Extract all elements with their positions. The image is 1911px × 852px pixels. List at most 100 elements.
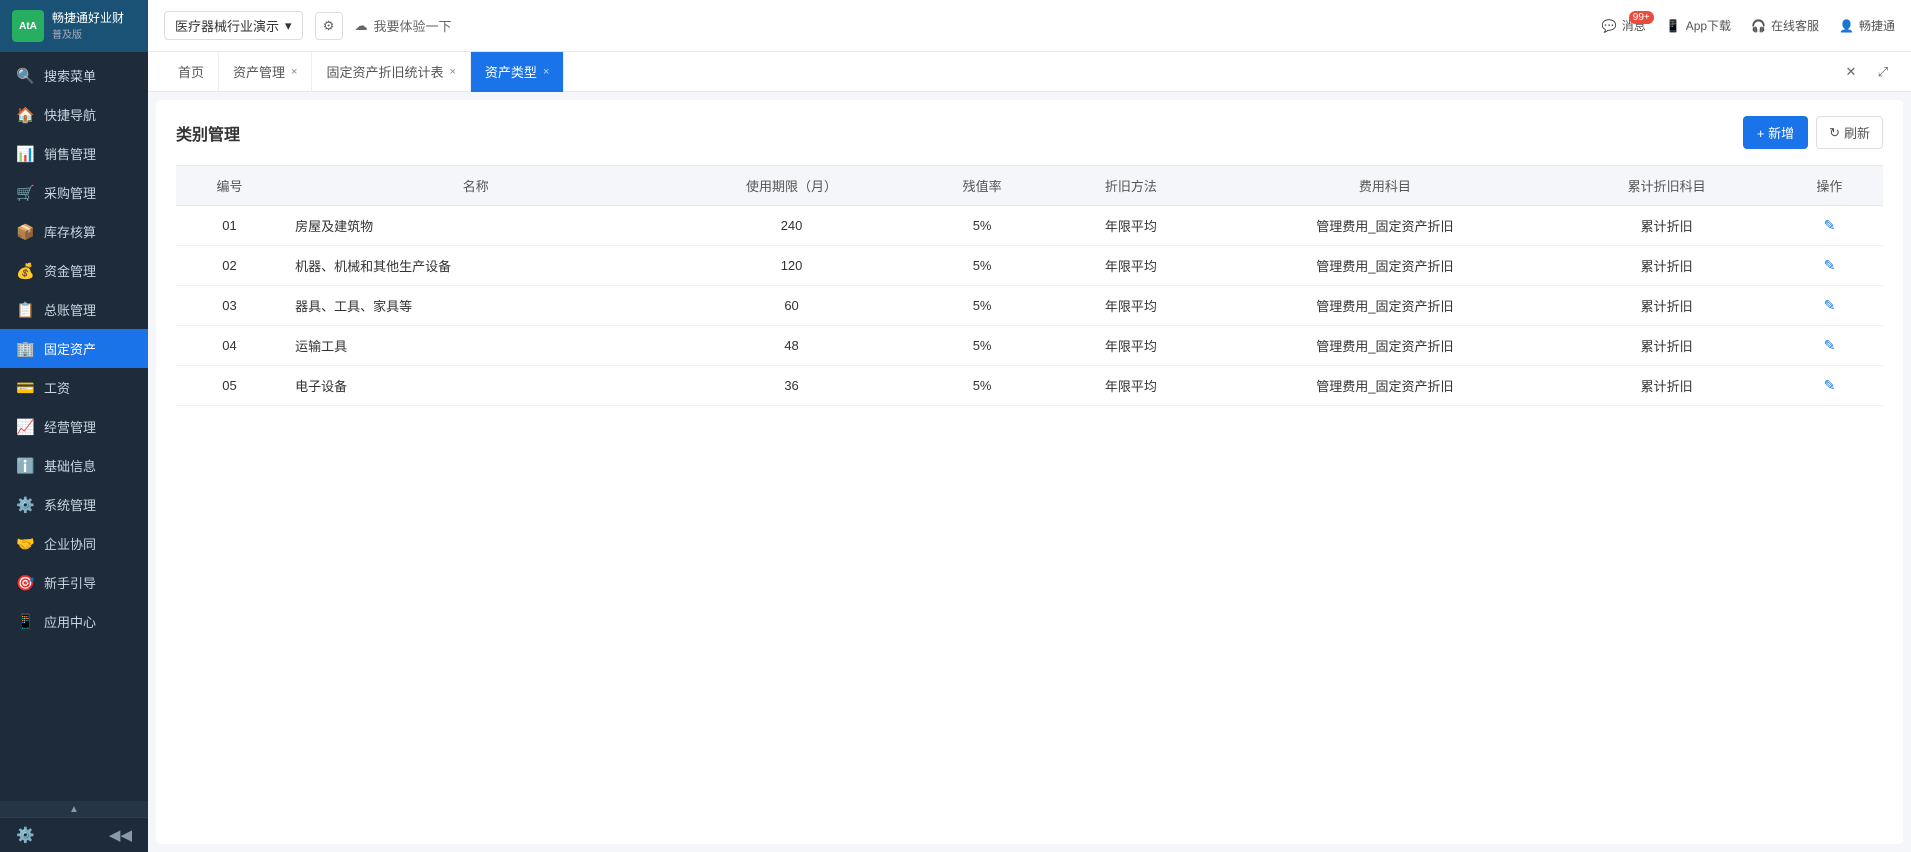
row-residual-2: 5% — [915, 286, 1050, 326]
tab-depreciation-label: 固定资产折旧统计表 — [326, 62, 443, 81]
sidebar-item-工资[interactable]: 💳 工资 — [0, 368, 148, 407]
col-header-5: 费用科目 — [1212, 166, 1557, 206]
message-action[interactable]: 💬 消息 99+ — [1602, 17, 1646, 34]
message-icon: 💬 — [1602, 19, 1617, 33]
table-row: 04 运输工具 48 5% 年限平均 管理费用_固定资产折旧 累计折旧 ✎ — [176, 326, 1883, 366]
nav-icon-8: 💳 — [16, 379, 34, 397]
sidebar-item-销售管理[interactable]: 📊 销售管理 — [0, 134, 148, 173]
tab-close-button[interactable]: ✕ — [1839, 60, 1863, 84]
row-accum-3: 累计折旧 — [1557, 326, 1775, 366]
tabs-right-controls: ✕ ⤢ — [1839, 60, 1895, 84]
sidebar-item-库存核算[interactable]: 📦 库存核算 — [0, 212, 148, 251]
row-method-4: 年限平均 — [1050, 366, 1213, 406]
row-action-3[interactable]: ✎ — [1776, 326, 1883, 366]
experience-link[interactable]: ☁ 我要体验一下 — [355, 16, 452, 35]
sidebar-item-固定资产[interactable]: 🏢 固定资产 — [0, 329, 148, 368]
nav-label-12: 企业协同 — [44, 534, 96, 553]
row-cost-3: 管理费用_固定资产折旧 — [1212, 326, 1557, 366]
tab-home[interactable]: 首页 — [164, 52, 219, 92]
col-header-6: 累计折旧科目 — [1557, 166, 1775, 206]
row-id-0: 01 — [176, 206, 283, 246]
sidebar-item-搜索菜单[interactable]: 🔍 搜索菜单 — [0, 56, 148, 95]
tab-depreciation-report[interactable]: 固定资产折旧统计表 × — [312, 52, 470, 92]
sidebar-item-采购管理[interactable]: 🛒 采购管理 — [0, 173, 148, 212]
sidebar-scroll-up[interactable]: ▲ — [0, 801, 148, 817]
page-title: 类别管理 — [176, 121, 240, 145]
nav-label-5: 资金管理 — [44, 261, 96, 280]
row-action-1[interactable]: ✎ — [1776, 246, 1883, 286]
row-method-3: 年限平均 — [1050, 326, 1213, 366]
nav-label-13: 新手引导 — [44, 573, 96, 592]
settings-icon[interactable]: ⚙️ — [16, 826, 35, 844]
customer-service-label: 在线客服 — [1771, 17, 1819, 34]
user-action[interactable]: 👤 畅捷通 — [1839, 17, 1895, 34]
edit-icon-0[interactable]: ✎ — [1824, 217, 1836, 233]
company-name: 医疗器械行业演示 — [175, 16, 279, 35]
nav-icon-13: 🎯 — [16, 574, 34, 592]
row-action-4[interactable]: ✎ — [1776, 366, 1883, 406]
sidebar-item-新手引导[interactable]: 🎯 新手引导 — [0, 563, 148, 602]
sidebar-item-应用中心[interactable]: 📱 应用中心 — [0, 602, 148, 641]
nav-icon-12: 🤝 — [16, 535, 34, 553]
refresh-button[interactable]: ↻ 刷新 — [1816, 116, 1883, 149]
row-residual-0: 5% — [915, 206, 1050, 246]
nav-icon-14: 📱 — [16, 613, 34, 631]
row-name-4: 电子设备 — [283, 366, 668, 406]
tab-home-label: 首页 — [178, 62, 204, 81]
row-residual-1: 5% — [915, 246, 1050, 286]
company-selector[interactable]: 医疗器械行业演示 ▾ — [164, 11, 303, 40]
logo-icon: AtA — [12, 10, 44, 42]
sidebar-logo: AtA 畅捷通好业财 普及版 — [0, 0, 148, 52]
tab-asset-close[interactable]: × — [291, 66, 297, 78]
tab-depreciation-close[interactable]: × — [449, 66, 455, 78]
tab-asset-type-label: 资产类型 — [485, 62, 537, 81]
col-header-1: 名称 — [283, 166, 668, 206]
sidebar-item-基础信息[interactable]: ℹ️ 基础信息 — [0, 446, 148, 485]
app-download-label: App下载 — [1686, 17, 1731, 34]
refresh-icon: ↻ — [1829, 125, 1840, 141]
nav-icon-2: 📊 — [16, 145, 34, 163]
sidebar-item-资金管理[interactable]: 💰 资金管理 — [0, 251, 148, 290]
nav-icon-5: 💰 — [16, 262, 34, 280]
sidebar-item-系统管理[interactable]: ⚙️ 系统管理 — [0, 485, 148, 524]
row-id-4: 05 — [176, 366, 283, 406]
row-method-2: 年限平均 — [1050, 286, 1213, 326]
row-residual-4: 5% — [915, 366, 1050, 406]
user-icon: 👤 — [1839, 19, 1854, 33]
app-download-action[interactable]: 📱 App下载 — [1666, 17, 1731, 34]
customer-service-action[interactable]: 🎧 在线客服 — [1751, 17, 1819, 34]
main-content: 医疗器械行业演示 ▾ ⚙ ☁ 我要体验一下 💬 消息 99+ 📱 App下载 — [148, 0, 1911, 852]
tab-asset-management[interactable]: 资产管理 × — [219, 52, 312, 92]
tab-expand-button[interactable]: ⤢ — [1871, 60, 1895, 84]
sidebar-item-经营管理[interactable]: 📈 经营管理 — [0, 407, 148, 446]
edit-icon-4[interactable]: ✎ — [1824, 377, 1836, 393]
nav-icon-10: ℹ️ — [16, 457, 34, 475]
nav-label-3: 采购管理 — [44, 183, 96, 202]
row-id-2: 03 — [176, 286, 283, 326]
sidebar-item-总账管理[interactable]: 📋 总账管理 — [0, 290, 148, 329]
sidebar-item-企业协同[interactable]: 🤝 企业协同 — [0, 524, 148, 563]
row-period-2: 60 — [668, 286, 914, 326]
edit-icon-2[interactable]: ✎ — [1824, 297, 1836, 313]
row-action-2[interactable]: ✎ — [1776, 286, 1883, 326]
settings-button[interactable]: ⚙ — [315, 12, 343, 40]
content-header: 类别管理 + 新增 ↻ 刷新 — [176, 116, 1883, 149]
sidebar-item-快捷导航[interactable]: 🏠 快捷导航 — [0, 95, 148, 134]
tab-asset-label: 资产管理 — [233, 62, 285, 81]
tab-asset-type[interactable]: 资产类型 × — [471, 52, 564, 92]
new-button[interactable]: + 新增 — [1743, 116, 1808, 149]
nav-label-2: 销售管理 — [44, 144, 96, 163]
nav-icon-4: 📦 — [16, 223, 34, 241]
row-action-0[interactable]: ✎ — [1776, 206, 1883, 246]
table-row: 01 房屋及建筑物 240 5% 年限平均 管理费用_固定资产折旧 累计折旧 ✎ — [176, 206, 1883, 246]
row-residual-3: 5% — [915, 326, 1050, 366]
sidebar: AtA 畅捷通好业财 普及版 🔍 搜索菜单 🏠 快捷导航 📊 销售管理 🛒 采购… — [0, 0, 148, 852]
nav-icon-7: 🏢 — [16, 340, 34, 358]
edit-icon-1[interactable]: ✎ — [1824, 257, 1836, 273]
table-header-row: 编号名称使用期限（月）残值率折旧方法费用科目累计折旧科目操作 — [176, 166, 1883, 206]
edit-icon-3[interactable]: ✎ — [1824, 337, 1836, 353]
collapse-icon[interactable]: ◀◀ — [109, 826, 132, 844]
nav-icon-1: 🏠 — [16, 106, 34, 124]
tab-asset-type-close[interactable]: × — [543, 66, 549, 78]
col-header-2: 使用期限（月） — [668, 166, 914, 206]
